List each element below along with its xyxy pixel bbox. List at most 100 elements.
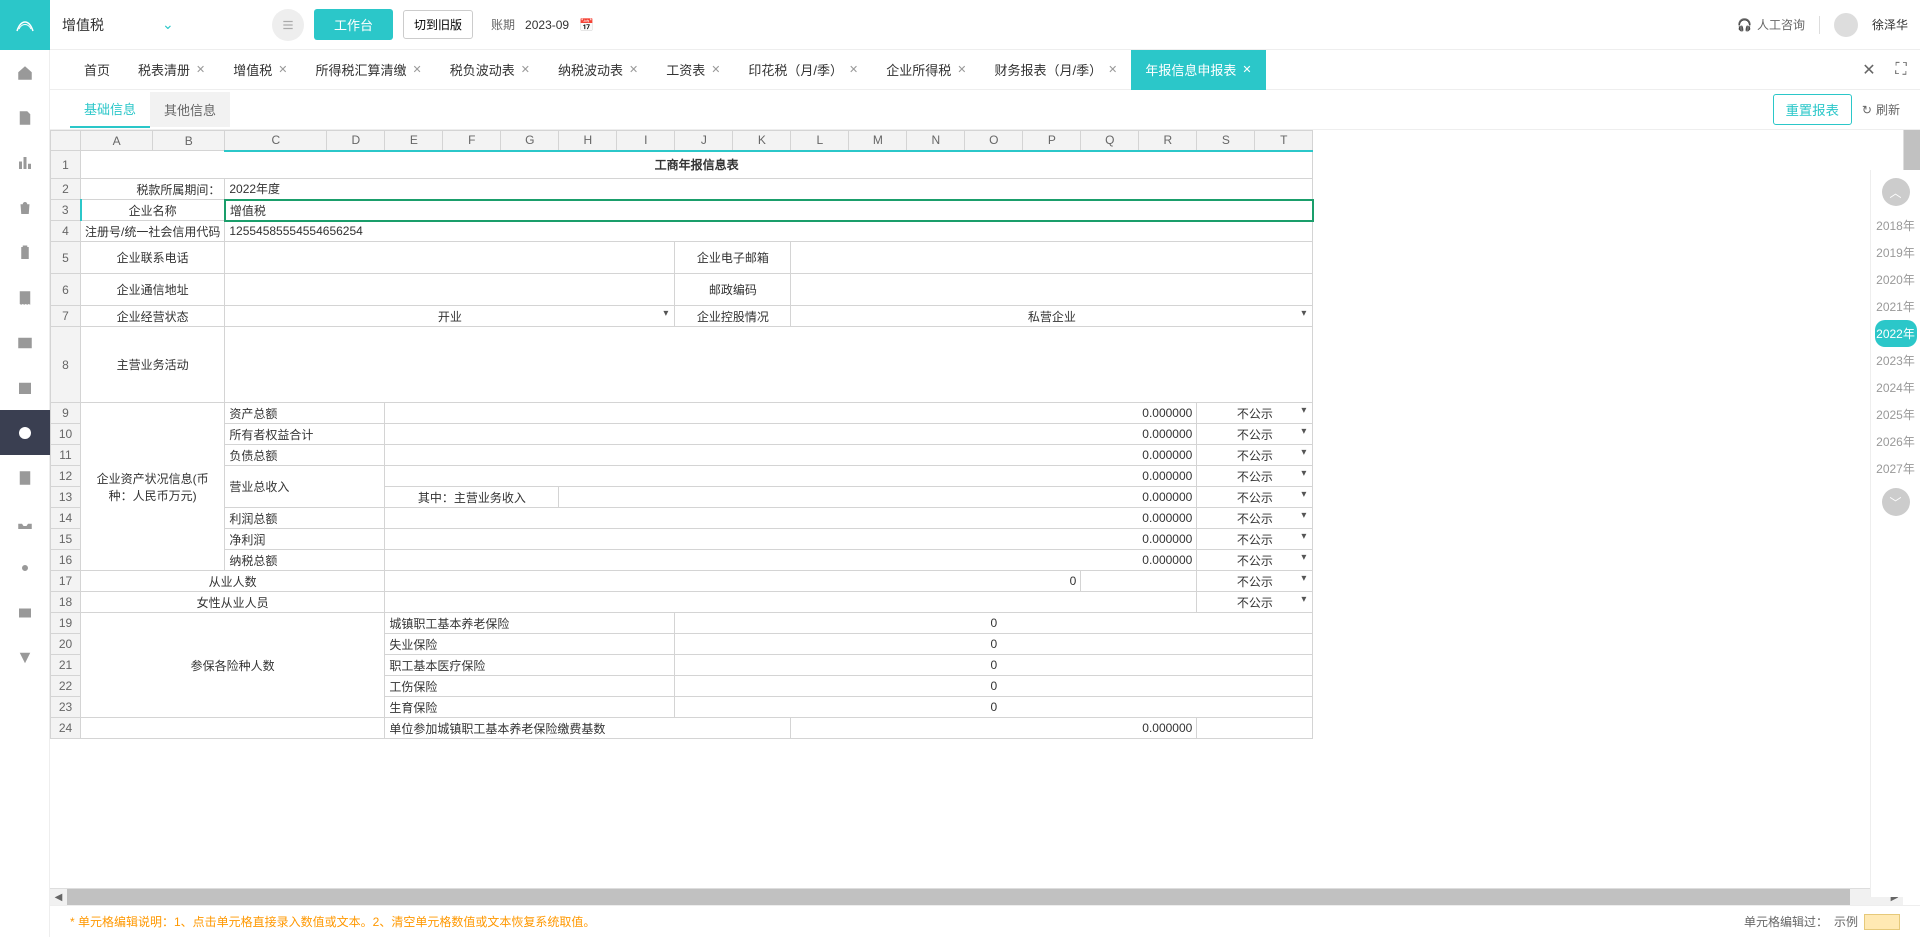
- col-header-J[interactable]: J: [675, 131, 733, 151]
- year-2021年[interactable]: 2021年: [1875, 293, 1917, 320]
- cell-value[interactable]: 0.000000: [385, 424, 1197, 445]
- col-header-B[interactable]: B: [153, 131, 225, 151]
- calendar-icon[interactable]: 📅: [579, 18, 594, 32]
- cell[interactable]: [81, 718, 385, 739]
- cell[interactable]: [791, 274, 1313, 306]
- cell-value[interactable]: 0.000000: [559, 487, 1197, 508]
- col-header-H[interactable]: H: [559, 131, 617, 151]
- nav-video-icon[interactable]: [0, 590, 50, 635]
- close-icon[interactable]: ✕: [413, 63, 422, 76]
- cell-label[interactable]: 城镇职工基本养老保险: [385, 613, 675, 634]
- row-header[interactable]: 24: [51, 718, 81, 739]
- cell-period-label[interactable]: 税款所属期间：: [81, 179, 225, 200]
- cell-value[interactable]: 0: [675, 655, 1313, 676]
- cell-publish[interactable]: 不公示: [1197, 550, 1313, 571]
- col-header-I[interactable]: I: [617, 131, 675, 151]
- cell-value[interactable]: 0.000000: [385, 445, 1197, 466]
- scroll-left-icon[interactable]: ◀: [50, 892, 67, 903]
- year-2025年[interactable]: 2025年: [1875, 401, 1917, 428]
- cell-label[interactable]: 纳税总额: [225, 550, 385, 571]
- cell-label[interactable]: 单位参加城镇职工基本养老保险缴费基数: [385, 718, 791, 739]
- nav-export-icon[interactable]: [0, 455, 50, 500]
- nav-inbox-icon[interactable]: [0, 500, 50, 545]
- col-header-T[interactable]: T: [1255, 131, 1313, 151]
- row-header[interactable]: 13: [51, 487, 81, 508]
- subtab-other[interactable]: 其他信息: [150, 92, 230, 127]
- col-header-R[interactable]: R: [1139, 131, 1197, 151]
- close-all-tabs-icon[interactable]: ✕: [1856, 57, 1882, 83]
- tab-印花税（月/季）[interactable]: 印花税（月/季）✕: [734, 50, 872, 90]
- row-header[interactable]: 19: [51, 613, 81, 634]
- switch-old-button[interactable]: 切到旧版: [403, 10, 473, 39]
- cell-label[interactable]: 其中：主营业务收入: [385, 487, 559, 508]
- consult-link[interactable]: 🎧 人工咨询: [1737, 16, 1805, 33]
- row-header[interactable]: 15: [51, 529, 81, 550]
- nav-home-icon[interactable]: [0, 50, 50, 95]
- close-icon[interactable]: ✕: [196, 63, 205, 76]
- cell[interactable]: [791, 242, 1313, 274]
- col-header-G[interactable]: G: [501, 131, 559, 151]
- nav-bag-icon[interactable]: [0, 185, 50, 230]
- year-prev-icon[interactable]: ︿: [1882, 178, 1910, 206]
- cell-publish[interactable]: 不公示: [1197, 466, 1313, 487]
- cell[interactable]: [225, 274, 675, 306]
- tab-税表清册[interactable]: 税表清册✕: [124, 50, 219, 90]
- cell-label[interactable]: 负债总额: [225, 445, 385, 466]
- spreadsheet[interactable]: ABCDEFGHIJKLMNOPQRST 1工商年报信息表 2税款所属期间：20…: [50, 130, 1920, 905]
- cell-label[interactable]: 资产总额: [225, 403, 385, 424]
- row-header[interactable]: 14: [51, 508, 81, 529]
- row-header[interactable]: 18: [51, 592, 81, 613]
- nav-chart-icon[interactable]: [0, 140, 50, 185]
- col-header-L[interactable]: L: [791, 131, 849, 151]
- col-header-E[interactable]: E: [385, 131, 443, 151]
- year-2020年[interactable]: 2020年: [1875, 266, 1917, 293]
- fullscreen-icon[interactable]: ⛶: [1888, 57, 1914, 83]
- close-icon[interactable]: ✕: [629, 63, 638, 76]
- nav-calendar-icon[interactable]: [0, 365, 50, 410]
- cell-value[interactable]: 0: [675, 613, 1313, 634]
- close-icon[interactable]: ✕: [278, 63, 287, 76]
- cell-label[interactable]: 生育保险: [385, 697, 675, 718]
- tab-财务报表（月/季）[interactable]: 财务报表（月/季）✕: [981, 50, 1132, 90]
- nav-receipt-icon[interactable]: [0, 275, 50, 320]
- col-header-K[interactable]: K: [733, 131, 791, 151]
- col-header-P[interactable]: P: [1023, 131, 1081, 151]
- cell-status-label[interactable]: 企业经营状态: [81, 306, 225, 327]
- refresh-button[interactable]: ↻ 刷新: [1862, 101, 1900, 118]
- row-header[interactable]: 20: [51, 634, 81, 655]
- cell-publish[interactable]: 不公示: [1197, 487, 1313, 508]
- cell-label[interactable]: 利润总额: [225, 508, 385, 529]
- year-next-icon[interactable]: ﹀: [1882, 488, 1910, 516]
- cell-label[interactable]: 职工基本医疗保险: [385, 655, 675, 676]
- row-header[interactable]: 16: [51, 550, 81, 571]
- col-header-D[interactable]: D: [327, 131, 385, 151]
- row-header[interactable]: 7: [51, 306, 81, 327]
- nav-settings-icon[interactable]: [0, 545, 50, 590]
- nav-tax-icon[interactable]: [0, 410, 50, 455]
- row-header[interactable]: 4: [51, 221, 81, 242]
- year-2024年[interactable]: 2024年: [1875, 374, 1917, 401]
- year-2019年[interactable]: 2019年: [1875, 239, 1917, 266]
- cell-publish[interactable]: 不公示: [1197, 445, 1313, 466]
- cell-value[interactable]: 0.000000: [385, 466, 1197, 487]
- col-header-C[interactable]: C: [225, 131, 327, 151]
- cell[interactable]: [1197, 718, 1313, 739]
- reset-report-button[interactable]: 重置报表: [1773, 94, 1852, 125]
- row-header[interactable]: 12: [51, 466, 81, 487]
- workspace-button[interactable]: 工作台: [314, 9, 393, 40]
- row-header[interactable]: 17: [51, 571, 81, 592]
- year-2027年[interactable]: 2027年: [1875, 455, 1917, 482]
- cell[interactable]: [1081, 571, 1197, 592]
- cell-label[interactable]: 失业保险: [385, 634, 675, 655]
- year-2018年[interactable]: 2018年: [1875, 212, 1917, 239]
- cell-publish[interactable]: 不公示: [1197, 529, 1313, 550]
- close-icon[interactable]: ✕: [711, 63, 720, 76]
- row-header[interactable]: 23: [51, 697, 81, 718]
- cell-status-value[interactable]: 开业: [225, 306, 675, 327]
- cell-insurance-group[interactable]: 参保各险种人数: [81, 613, 385, 718]
- close-icon[interactable]: ✕: [521, 63, 530, 76]
- cell[interactable]: [225, 327, 1313, 403]
- row-header[interactable]: 21: [51, 655, 81, 676]
- cell-period-value[interactable]: 2022年度: [225, 179, 1313, 200]
- row-header[interactable]: 2: [51, 179, 81, 200]
